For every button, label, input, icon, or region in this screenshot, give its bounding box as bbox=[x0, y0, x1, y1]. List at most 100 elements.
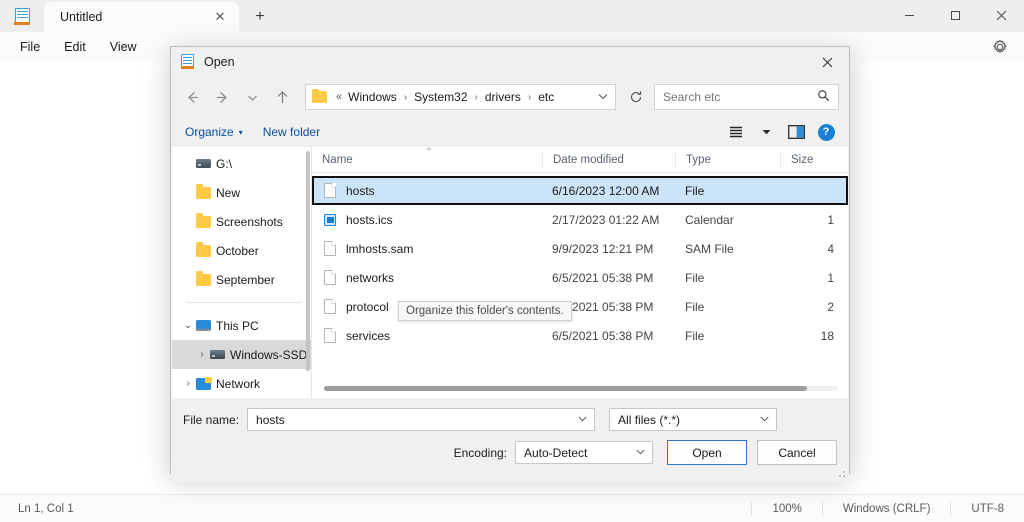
breadcrumb-windows[interactable]: Windows bbox=[347, 90, 398, 104]
sidebar-scrollbar[interactable] bbox=[306, 151, 310, 371]
scrollbar-thumb[interactable] bbox=[324, 386, 807, 391]
search-input[interactable]: Search etc bbox=[654, 84, 839, 110]
notepad-tab[interactable]: Untitled ✕ bbox=[44, 2, 239, 32]
menu-file[interactable]: File bbox=[8, 36, 52, 58]
notepad-statusbar: Ln 1, Col 1 100% Windows (CRLF) UTF-8 bbox=[0, 494, 1024, 522]
menu-view[interactable]: View bbox=[98, 36, 149, 58]
navigation-pane: G:\ New Screenshots bbox=[172, 147, 312, 398]
nav-tree: G:\ New Screenshots bbox=[172, 147, 312, 398]
folder-icon bbox=[196, 274, 216, 286]
chevron-down-icon[interactable]: ⌄ bbox=[180, 320, 196, 331]
tab-close-icon[interactable]: ✕ bbox=[209, 6, 231, 28]
table-row[interactable]: hosts.ics 2/17/2023 01:22 AM Calendar 1 bbox=[312, 205, 848, 234]
forward-arrow-icon[interactable] bbox=[207, 82, 237, 112]
sidebar-item-september[interactable]: September bbox=[172, 265, 312, 294]
chevron-right-icon[interactable]: › bbox=[180, 378, 196, 389]
file-type-filter-select[interactable]: All files (*.*) bbox=[609, 408, 777, 431]
table-row[interactable]: services 6/5/2021 05:38 PM File 18 bbox=[312, 321, 848, 350]
table-row[interactable]: lmhosts.sam 9/9/2023 12:21 PM SAM File 4 bbox=[312, 234, 848, 263]
address-chevron-down-icon[interactable] bbox=[593, 90, 609, 105]
breadcrumb-drivers[interactable]: drivers bbox=[484, 90, 522, 104]
back-arrow-icon[interactable] bbox=[177, 82, 207, 112]
table-row[interactable]: protocol 6/5/2021 05:38 PM File 2 bbox=[312, 292, 848, 321]
recent-locations-chevron-down-icon[interactable] bbox=[237, 82, 267, 112]
column-header-size[interactable]: Size bbox=[780, 152, 840, 168]
file-size: 4 bbox=[780, 242, 840, 256]
dialog-toolbar: Organize ▾ New folder bbox=[171, 117, 849, 147]
file-name-input[interactable]: hosts bbox=[247, 408, 595, 431]
encoding-select[interactable]: Auto-Detect bbox=[515, 441, 653, 464]
cancel-button[interactable]: Cancel bbox=[757, 440, 837, 465]
breadcrumb-system32[interactable]: System32 bbox=[413, 90, 468, 104]
calendar-icon bbox=[324, 214, 346, 226]
gear-icon[interactable] bbox=[986, 33, 1014, 61]
resize-grip[interactable] bbox=[837, 470, 847, 480]
column-header-name[interactable]: Name ⌃ bbox=[312, 154, 542, 166]
new-folder-button[interactable]: New folder bbox=[263, 125, 320, 139]
sidebar-item-new[interactable]: New bbox=[172, 178, 312, 207]
sidebar-item-g-drive[interactable]: G:\ bbox=[172, 149, 312, 178]
column-header-date-modified[interactable]: Date modified bbox=[542, 152, 675, 168]
chevron-down-icon[interactable] bbox=[629, 446, 646, 460]
search-placeholder: Search etc bbox=[663, 90, 817, 104]
line-ending[interactable]: Windows (CRLF) bbox=[822, 502, 951, 516]
encoding-status[interactable]: UTF-8 bbox=[950, 502, 1024, 516]
help-icon[interactable]: ? bbox=[813, 120, 839, 144]
close-icon[interactable] bbox=[978, 0, 1024, 30]
file-size: 2 bbox=[780, 300, 840, 314]
new-tab-button[interactable]: + bbox=[245, 3, 275, 31]
dialog-close-icon[interactable] bbox=[805, 47, 849, 77]
dialog-body: G:\ New Screenshots bbox=[172, 147, 848, 398]
file-date: 9/9/2023 12:21 PM bbox=[542, 242, 675, 256]
sidebar-item-windows-ssd[interactable]: › Windows-SSD bbox=[172, 340, 312, 369]
drive-icon bbox=[196, 159, 216, 168]
maximize-icon[interactable] bbox=[932, 0, 978, 30]
chevron-down-icon: ▾ bbox=[239, 128, 243, 137]
minimize-icon[interactable] bbox=[886, 0, 932, 30]
chevron-down-icon[interactable] bbox=[571, 413, 588, 427]
refresh-icon[interactable] bbox=[622, 83, 650, 111]
menu-edit[interactable]: Edit bbox=[52, 36, 98, 58]
sidebar-item-screenshots[interactable]: Screenshots bbox=[172, 207, 312, 236]
list-view-icon[interactable] bbox=[723, 120, 749, 144]
breadcrumb-etc[interactable]: etc bbox=[537, 90, 555, 104]
file-name: hosts bbox=[346, 184, 375, 198]
file-name: networks bbox=[346, 271, 394, 285]
sidebar-item-october[interactable]: October bbox=[172, 236, 312, 265]
organize-button[interactable]: Organize ▾ bbox=[185, 125, 243, 139]
file-name-row: File name: hosts All files (*.*) bbox=[183, 408, 837, 431]
column-header-type[interactable]: Type bbox=[675, 152, 780, 168]
table-row[interactable]: hosts 6/16/2023 12:00 AM File bbox=[312, 176, 848, 205]
file-name: hosts.ics bbox=[346, 213, 393, 227]
dialog-titlebar: Open bbox=[171, 47, 849, 77]
sidebar-item-network[interactable]: › Network bbox=[172, 369, 312, 398]
table-row[interactable]: networks 6/5/2021 05:38 PM File 1 bbox=[312, 263, 848, 292]
caret-position: Ln 1, Col 1 bbox=[0, 503, 74, 515]
view-options-chevron-down-icon[interactable] bbox=[753, 120, 779, 144]
sidebar-item-this-pc[interactable]: ⌄ This PC bbox=[172, 311, 312, 340]
document-icon bbox=[324, 299, 346, 314]
drive-icon bbox=[210, 350, 230, 359]
scrollbar-track[interactable] bbox=[324, 386, 838, 391]
screen-root: Untitled ✕ + File Edit View Ln 1, Col 1 bbox=[0, 0, 1024, 522]
file-size: 1 bbox=[780, 213, 840, 227]
up-arrow-icon[interactable] bbox=[267, 82, 297, 112]
network-icon bbox=[196, 378, 216, 390]
file-date: 2/17/2023 01:22 AM bbox=[542, 213, 675, 227]
zoom-level[interactable]: 100% bbox=[751, 502, 821, 516]
dialog-footer: File name: hosts All files (*.*) Encodin… bbox=[171, 398, 849, 482]
file-date: 6/16/2023 12:00 AM bbox=[542, 184, 675, 198]
breadcrumb: « Windows › System32 › drivers › etc bbox=[334, 90, 593, 104]
breadcrumb-separator: › bbox=[522, 92, 537, 103]
search-icon bbox=[817, 89, 830, 105]
open-button[interactable]: Open bbox=[667, 440, 747, 465]
address-bar[interactable]: « Windows › System32 › drivers › etc bbox=[305, 84, 616, 110]
encoding-label: Encoding: bbox=[454, 446, 507, 460]
preview-pane-icon[interactable] bbox=[783, 120, 809, 144]
horizontal-scrollbar[interactable] bbox=[312, 378, 848, 398]
chevron-down-icon[interactable] bbox=[753, 413, 770, 427]
breadcrumb-overflow[interactable]: « bbox=[334, 91, 347, 103]
chevron-right-icon[interactable]: › bbox=[194, 349, 210, 360]
encoding-row: Encoding: Auto-Detect Open Cancel bbox=[183, 440, 837, 465]
file-name: lmhosts.sam bbox=[346, 242, 413, 256]
